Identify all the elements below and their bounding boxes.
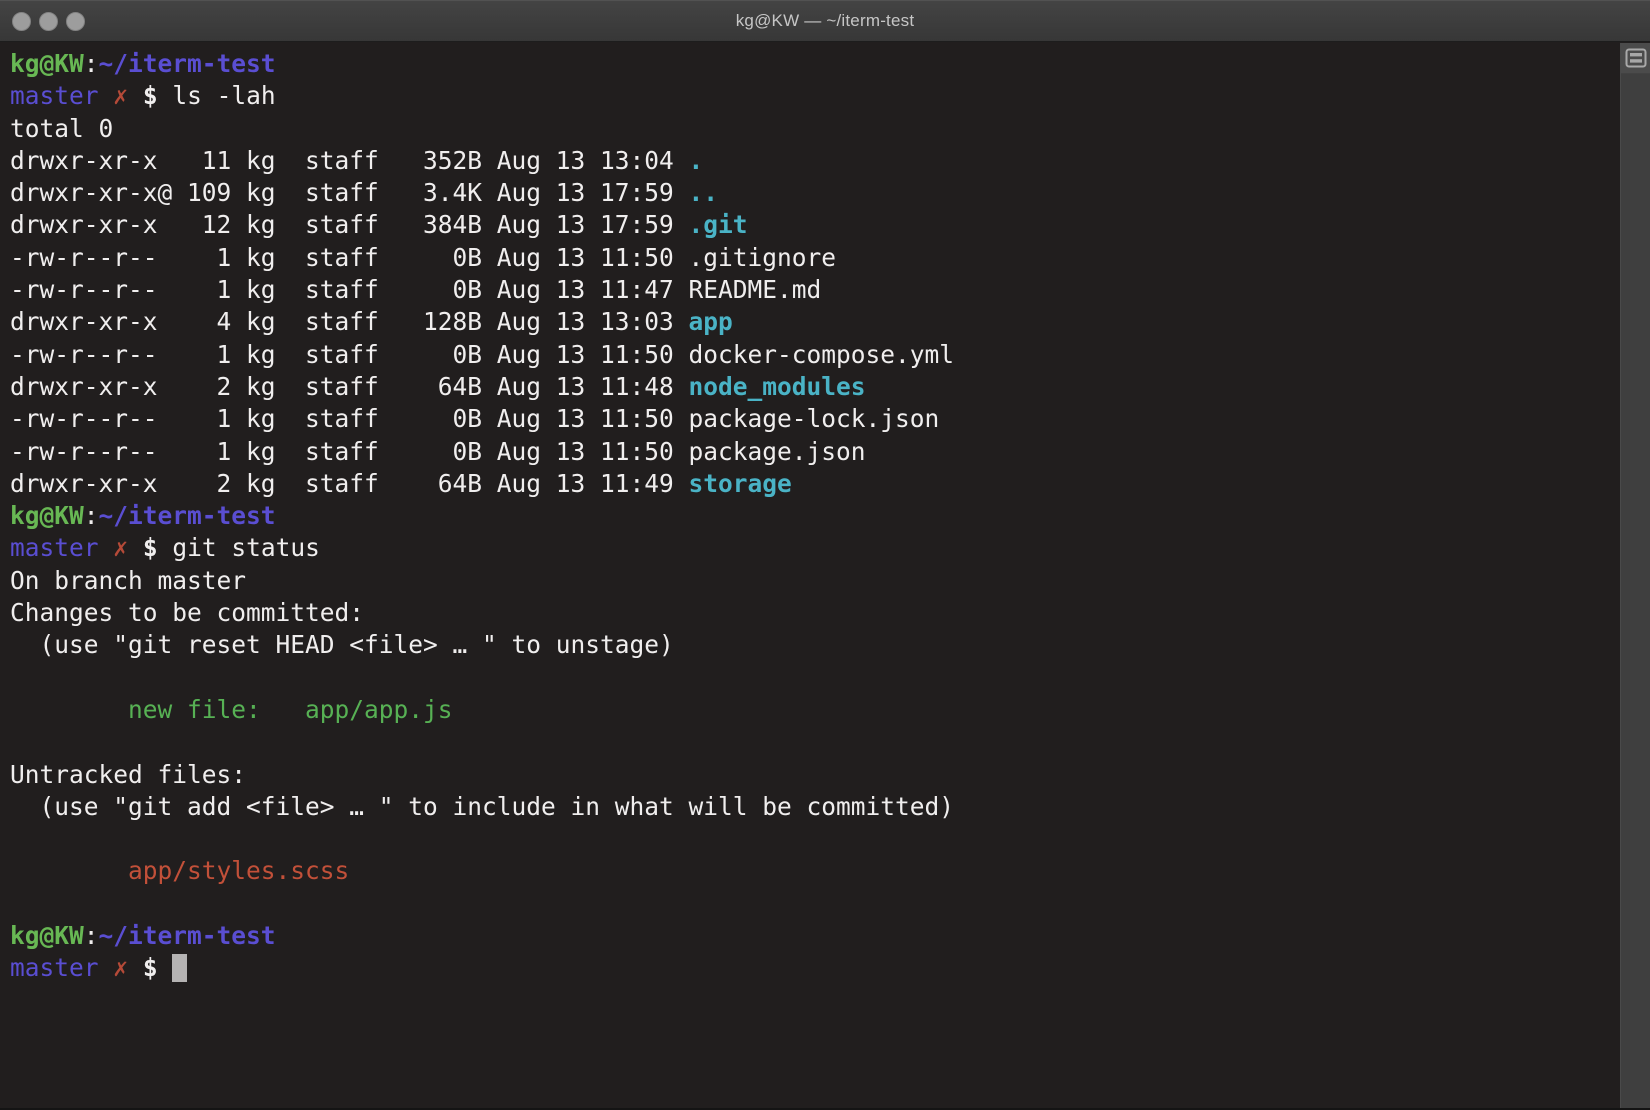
text-segment: Changes to be committed: — [10, 598, 365, 628]
text-segment: master — [10, 953, 99, 983]
terminal-line: drwxr-xr-x 2 kg staff 64B Aug 13 11:49 s… — [10, 468, 1620, 500]
terminal-line: kg@KW:~/iterm-test — [10, 500, 1620, 532]
terminal-line: Changes to be committed: — [10, 597, 1620, 629]
text-segment: .git — [688, 210, 748, 240]
text-segment — [128, 953, 143, 982]
text-segment: kg@KW — [10, 921, 84, 951]
text-segment: -rw-r--r-- 1 kg staff 0B Aug 13 11:50 pa… — [10, 404, 940, 434]
text-segment: storage — [688, 468, 792, 498]
scrollbar-button[interactable] — [1621, 43, 1650, 74]
terminal-line: drwxr-xr-x@ 109 kg staff 3.4K Aug 13 17:… — [10, 177, 1620, 209]
text-segment: : — [83, 921, 99, 951]
minimize-button[interactable] — [39, 11, 58, 31]
scrollbar[interactable] — [1620, 43, 1650, 1108]
text-segment: drwxr-xr-x 2 kg staff 64B Aug 13 11:49 — [10, 468, 689, 498]
text-segment — [158, 953, 173, 982]
terminal-line: (use "git add <file> … " to include in w… — [10, 791, 1620, 823]
text-segment: -rw-r--r-- 1 kg staff 0B Aug 13 11:47 RE… — [10, 275, 822, 305]
text-segment — [128, 533, 143, 562]
terminal-cursor — [172, 954, 188, 983]
terminal-line: master ✗ $ ls -lah — [10, 80, 1620, 112]
text-segment — [99, 533, 114, 562]
text-segment: ~/iterm-test — [98, 49, 276, 78]
text-segment — [99, 81, 114, 110]
text-segment: drwxr-xr-x 12 kg staff 384B Aug 13 17:59 — [10, 210, 689, 240]
terminal-line: -rw-r--r-- 1 kg staff 0B Aug 13 11:50 .g… — [10, 242, 1620, 274]
text-segment: ~/iterm-test — [98, 921, 276, 951]
text-segment: app — [688, 307, 733, 337]
text-segment: -rw-r--r-- 1 kg staff 0B Aug 13 11:50 do… — [10, 339, 955, 369]
terminal-line: -rw-r--r-- 1 kg staff 0B Aug 13 11:50 do… — [10, 339, 1620, 371]
terminal-line: app/styles.scss — [10, 855, 1620, 887]
text-segment: ✗ — [113, 533, 129, 563]
window-title: kg@KW — ~/iterm-test — [735, 10, 915, 30]
text-segment: $ — [142, 81, 158, 111]
text-segment: : — [83, 49, 99, 78]
terminal-line: (use "git reset HEAD <file> … " to unsta… — [10, 629, 1620, 661]
terminal-line: -rw-r--r-- 1 kg staff 0B Aug 13 11:50 pa… — [10, 436, 1620, 468]
text-segment: (use "git reset HEAD <file> … " to unsta… — [10, 630, 674, 660]
text-segment — [99, 953, 114, 982]
text-segment: kg@KW — [10, 49, 84, 78]
text-segment: ✗ — [113, 953, 129, 983]
text-segment: -rw-r--r-- 1 kg staff 0B Aug 13 11:50 .g… — [10, 242, 837, 272]
terminal-line: On branch master — [10, 565, 1620, 597]
text-segment: Untracked files: — [10, 759, 247, 789]
terminal-line: drwxr-xr-x 12 kg staff 384B Aug 13 17:59… — [10, 209, 1620, 241]
text-segment: ~/iterm-test — [98, 501, 276, 531]
terminal-line: master ✗ $ git status — [10, 532, 1620, 564]
text-segment: (use "git add <file> … " to include in w… — [10, 791, 955, 821]
text-segment: $ — [142, 953, 158, 983]
zoom-button[interactable] — [66, 11, 85, 31]
text-segment: .. — [688, 178, 719, 208]
text-segment: drwxr-xr-x 4 kg staff 128B Aug 13 13:03 — [10, 307, 689, 337]
close-button[interactable] — [12, 11, 31, 31]
text-segment: app/styles.scss — [10, 856, 350, 886]
text-segment: On branch master — [10, 565, 247, 595]
text-segment: master — [10, 533, 99, 563]
text-segment: kg@KW — [10, 501, 84, 531]
terminal-line: -rw-r--r-- 1 kg staff 0B Aug 13 11:47 RE… — [10, 274, 1620, 306]
text-segment: . — [688, 145, 704, 175]
text-segment: total 0 — [10, 113, 114, 143]
terminal-line: total 0 — [10, 113, 1620, 145]
terminal-line: Untracked files: — [10, 759, 1620, 791]
text-segment: drwxr-xr-x 2 kg staff 64B Aug 13 11:48 — [10, 371, 689, 401]
terminal-line: drwxr-xr-x 4 kg staff 128B Aug 13 13:03 … — [10, 306, 1620, 338]
split-pane-icon — [1625, 48, 1646, 68]
text-segment: ✗ — [113, 81, 129, 111]
text-segment: master — [10, 81, 99, 111]
text-segment: ls -lah — [157, 81, 276, 111]
terminal-line: -rw-r--r-- 1 kg staff 0B Aug 13 11:50 pa… — [10, 403, 1620, 435]
window-titlebar[interactable]: kg@KW — ~/iterm-test — [0, 0, 1650, 42]
text-segment: node_modules — [688, 371, 866, 401]
text-segment: -rw-r--r-- 1 kg staff 0B Aug 13 11:50 pa… — [10, 436, 866, 466]
text-segment: git status — [157, 533, 320, 563]
terminal-screen[interactable]: kg@KW:~/iterm-test master ✗ $ ls -lah tota… — [0, 43, 1620, 1108]
text-segment: drwxr-xr-x 11 kg staff 352B Aug 13 13:04 — [10, 145, 689, 175]
terminal-line: kg@KW:~/iterm-test — [10, 48, 1620, 80]
text-segment: : — [83, 501, 99, 531]
terminal-line: new file: app/app.js — [10, 694, 1620, 726]
terminal-line: drwxr-xr-x 11 kg staff 352B Aug 13 13:04… — [10, 145, 1620, 177]
text-segment — [128, 81, 143, 110]
terminal-window: kg@KW — ~/iterm-test kg@KW:~/iterm-test m… — [0, 0, 1650, 1110]
terminal-line: drwxr-xr-x 2 kg staff 64B Aug 13 11:48 n… — [10, 371, 1620, 403]
traffic-lights — [12, 0, 85, 42]
terminal-line: master ✗ $ — [10, 952, 1620, 984]
terminal-line: kg@KW:~/iterm-test — [10, 920, 1620, 952]
text-segment: $ — [142, 533, 158, 563]
text-segment: new file: app/app.js — [10, 694, 453, 724]
text-segment: drwxr-xr-x@ 109 kg staff 3.4K Aug 13 17:… — [10, 178, 689, 208]
